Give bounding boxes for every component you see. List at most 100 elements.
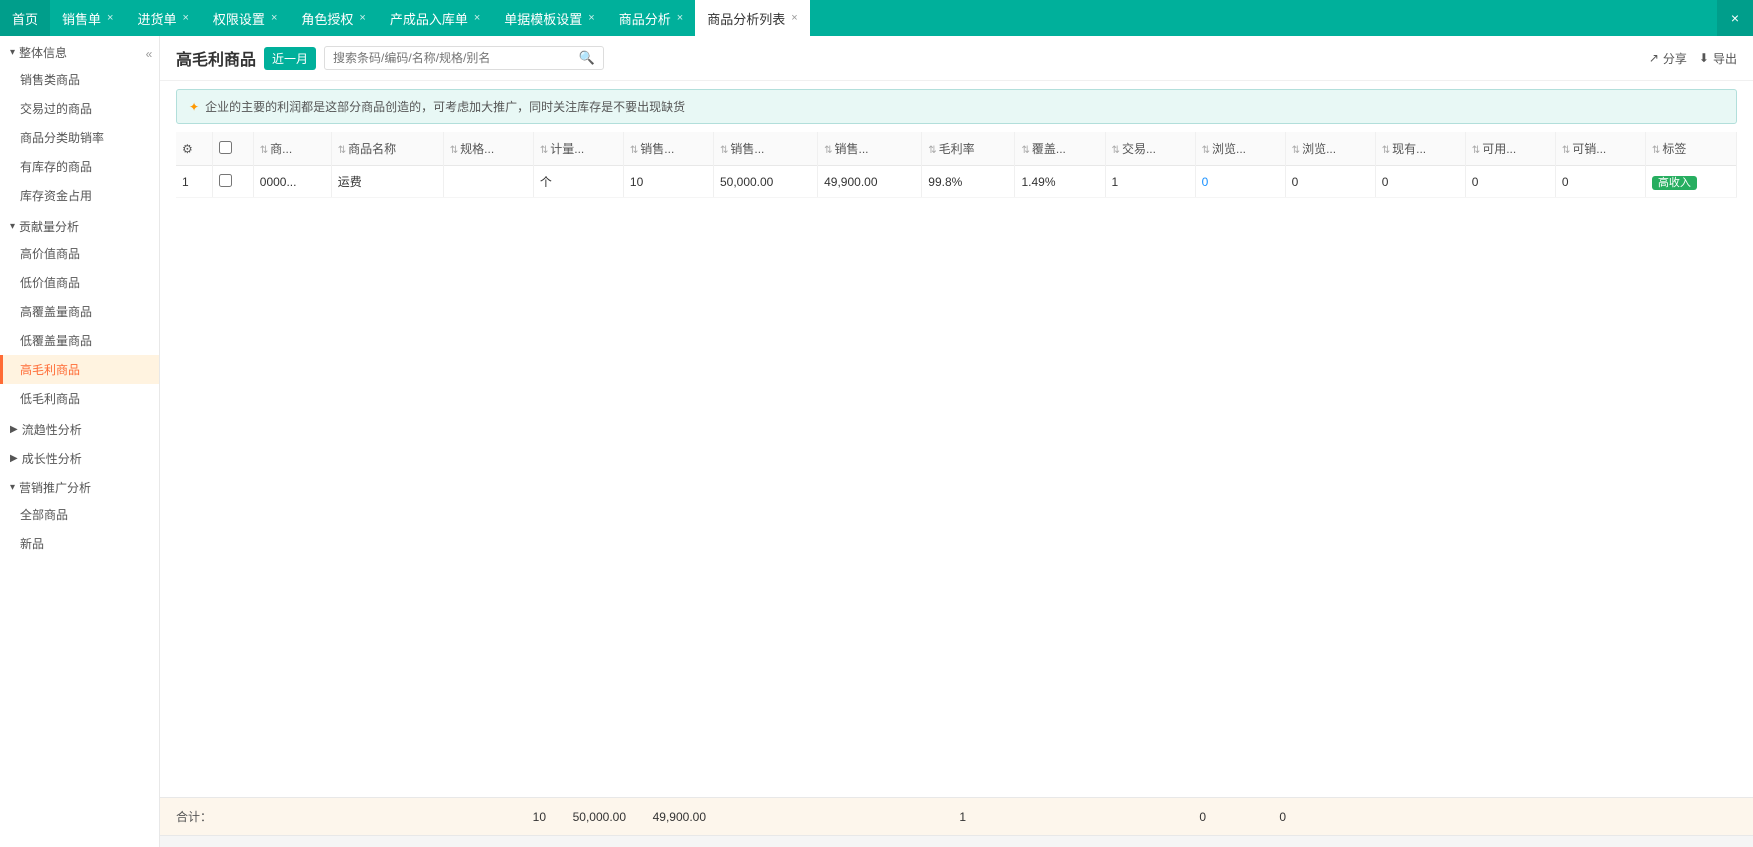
sidebar-item-in-stock-products[interactable]: 有库存的商品: [0, 152, 159, 181]
cell-checkbox: [213, 166, 254, 198]
sidebar-item-new-products[interactable]: 新品: [0, 529, 159, 558]
sidebar-item-stock-capital[interactable]: 库存资金占用: [0, 181, 159, 210]
col-views1[interactable]: ⇅浏览...: [1195, 132, 1285, 166]
share-icon: ↗: [1649, 51, 1659, 65]
totals-sales-qty: 10: [472, 810, 552, 824]
export-button[interactable]: ⬇ 导出: [1699, 50, 1737, 67]
col-current-stock[interactable]: ⇅现有...: [1375, 132, 1465, 166]
cell-current-stock: 0: [1375, 166, 1465, 198]
sidebar-group-contribution[interactable]: ▾ 贡献量分析: [0, 210, 159, 239]
col-coverage[interactable]: ⇅覆盖...: [1015, 132, 1105, 166]
page-title: 高毛利商品: [176, 46, 256, 70]
cell-sales-profit: 49,900.00: [818, 166, 922, 198]
close-tab-template-settings[interactable]: ×: [588, 12, 594, 24]
arrow-overall: ▾: [10, 47, 15, 58]
col-gross-margin[interactable]: ⇅毛利率: [922, 132, 1015, 166]
col-available-stock[interactable]: ⇅可用...: [1465, 132, 1555, 166]
content-area: 高毛利商品 近一月 🔍 ↗ 分享 ⬇ 导出 ✦ 企业的主要的利润都是这部分商品创…: [160, 36, 1753, 847]
close-tab-sales[interactable]: ×: [107, 12, 113, 24]
share-button[interactable]: ↗ 分享: [1649, 50, 1687, 67]
tab-product-analysis[interactable]: 商品分析 ×: [607, 0, 695, 36]
arrow-marketing: ▾: [10, 482, 15, 493]
close-tab-permissions[interactable]: ×: [271, 12, 277, 24]
totals-sales-amount: 50,000.00: [552, 810, 632, 824]
cell-sales-amount: 50,000.00: [713, 166, 817, 198]
close-tab-product-inbound[interactable]: ×: [474, 12, 480, 24]
sidebar-group-growth[interactable]: ▶ 成长性分析: [0, 442, 159, 471]
cell-views2: 0: [1285, 166, 1375, 198]
cell-sales-qty: 10: [623, 166, 713, 198]
table-row: 1 0000... 运费 个 10 50,000.00 49,900.00 99…: [176, 166, 1737, 198]
col-transaction[interactable]: ⇅交易...: [1105, 132, 1195, 166]
close-tab-purchase[interactable]: ×: [182, 12, 188, 24]
row-checkbox[interactable]: [219, 174, 232, 187]
totals-available-stock: 0: [1212, 810, 1292, 824]
close-tab-roles[interactable]: ×: [359, 12, 365, 24]
sidebar-collapse-button[interactable]: «: [139, 44, 159, 64]
sidebar-item-all-products[interactable]: 全部商品: [0, 500, 159, 529]
totals-current-stock: 0: [1132, 810, 1212, 824]
arrow-trend: ▶: [10, 424, 18, 435]
tab-roles[interactable]: 角色授权 ×: [289, 0, 377, 36]
sidebar: « ▾ 整体信息 销售类商品 交易过的商品 商品分类助销率 有库存的商品 库存资…: [0, 36, 160, 847]
sidebar-item-low-value[interactable]: 低价值商品: [0, 268, 159, 297]
sidebar-item-low-coverage[interactable]: 低覆盖量商品: [0, 326, 159, 355]
content-header: 高毛利商品 近一月 🔍 ↗ 分享 ⬇ 导出: [160, 36, 1753, 81]
table-header-row: ⚙ ⇅商... ⇅商品名称 ⇅规格... ⇅计量... ⇅销售... ⇅销售..…: [176, 132, 1737, 166]
col-name[interactable]: ⇅商品名称: [331, 132, 443, 166]
col-saleable[interactable]: ⇅可销...: [1555, 132, 1645, 166]
col-unit[interactable]: ⇅计量...: [533, 132, 623, 166]
cell-saleable: 0: [1555, 166, 1645, 198]
cell-available-stock: 0: [1465, 166, 1555, 198]
search-icon[interactable]: 🔍: [579, 50, 595, 66]
close-tab-product-analysis-list[interactable]: ×: [791, 12, 797, 24]
col-code[interactable]: ⇅商...: [253, 132, 331, 166]
col-spec[interactable]: ⇅规格...: [443, 132, 533, 166]
tab-purchase[interactable]: 进货单 ×: [125, 0, 200, 36]
sidebar-item-traded-products[interactable]: 交易过的商品: [0, 94, 159, 123]
select-all-checkbox[interactable]: [219, 141, 232, 154]
totals-bar: 合计： 10 50,000.00 49,900.00 1 0 0: [160, 797, 1753, 835]
sidebar-item-sales-products[interactable]: 销售类商品: [0, 65, 159, 94]
col-views2[interactable]: ⇅浏览...: [1285, 132, 1375, 166]
sidebar-group-trend[interactable]: ▶ 流趋性分析: [0, 413, 159, 442]
totals-label: 合计：: [176, 808, 212, 825]
export-icon: ⬇: [1699, 51, 1709, 65]
tab-product-inbound[interactable]: 产成品入库单 ×: [378, 0, 492, 36]
tab-home[interactable]: 首页: [0, 0, 50, 36]
views1-link[interactable]: 0: [1202, 175, 1209, 189]
main-layout: « ▾ 整体信息 销售类商品 交易过的商品 商品分类助销率 有库存的商品 库存资…: [0, 36, 1753, 847]
time-filter-button[interactable]: 近一月: [264, 47, 316, 70]
close-all-tabs[interactable]: ×: [1717, 0, 1753, 36]
tab-product-analysis-list[interactable]: 商品分析列表 ×: [695, 0, 809, 36]
table-container: ⚙ ⇅商... ⇅商品名称 ⇅规格... ⇅计量... ⇅销售... ⇅销售..…: [160, 132, 1753, 797]
col-sales-amount[interactable]: ⇅销售...: [713, 132, 817, 166]
cell-spec: [443, 166, 533, 198]
sidebar-group-overall[interactable]: ▾ 整体信息: [0, 36, 159, 65]
tab-permissions[interactable]: 权限设置 ×: [201, 0, 289, 36]
search-input[interactable]: [333, 51, 579, 65]
cell-name: 运费: [331, 166, 443, 198]
products-table: ⚙ ⇅商... ⇅商品名称 ⇅规格... ⇅计量... ⇅销售... ⇅销售..…: [176, 132, 1737, 198]
col-sales-qty[interactable]: ⇅销售...: [623, 132, 713, 166]
arrow-contribution: ▾: [10, 221, 15, 232]
header-actions: ↗ 分享 ⬇ 导出: [1649, 50, 1737, 67]
col-settings[interactable]: ⚙: [176, 132, 213, 166]
cell-unit: 个: [533, 166, 623, 198]
tab-template-settings[interactable]: 单据模板设置 ×: [492, 0, 606, 36]
close-tab-product-analysis[interactable]: ×: [677, 12, 683, 24]
sidebar-item-high-coverage[interactable]: 高覆盖量商品: [0, 297, 159, 326]
cell-coverage: 1.49%: [1015, 166, 1105, 198]
sidebar-item-category-assist-rate[interactable]: 商品分类助销率: [0, 123, 159, 152]
cell-seq: 1: [176, 166, 213, 198]
col-tag[interactable]: ⇅标签: [1645, 132, 1736, 166]
bottom-scrollbar[interactable]: [160, 835, 1753, 847]
sidebar-item-high-margin[interactable]: 高毛利商品: [0, 355, 159, 384]
totals-sales-profit: 49,900.00: [632, 810, 712, 824]
sidebar-group-marketing[interactable]: ▾ 营销推广分析: [0, 471, 159, 500]
col-sales-profit[interactable]: ⇅销售...: [818, 132, 922, 166]
cell-code: 0000...: [253, 166, 331, 198]
sidebar-item-high-value[interactable]: 高价值商品: [0, 239, 159, 268]
sidebar-item-low-margin[interactable]: 低毛利商品: [0, 384, 159, 413]
tab-sales[interactable]: 销售单 ×: [50, 0, 125, 36]
